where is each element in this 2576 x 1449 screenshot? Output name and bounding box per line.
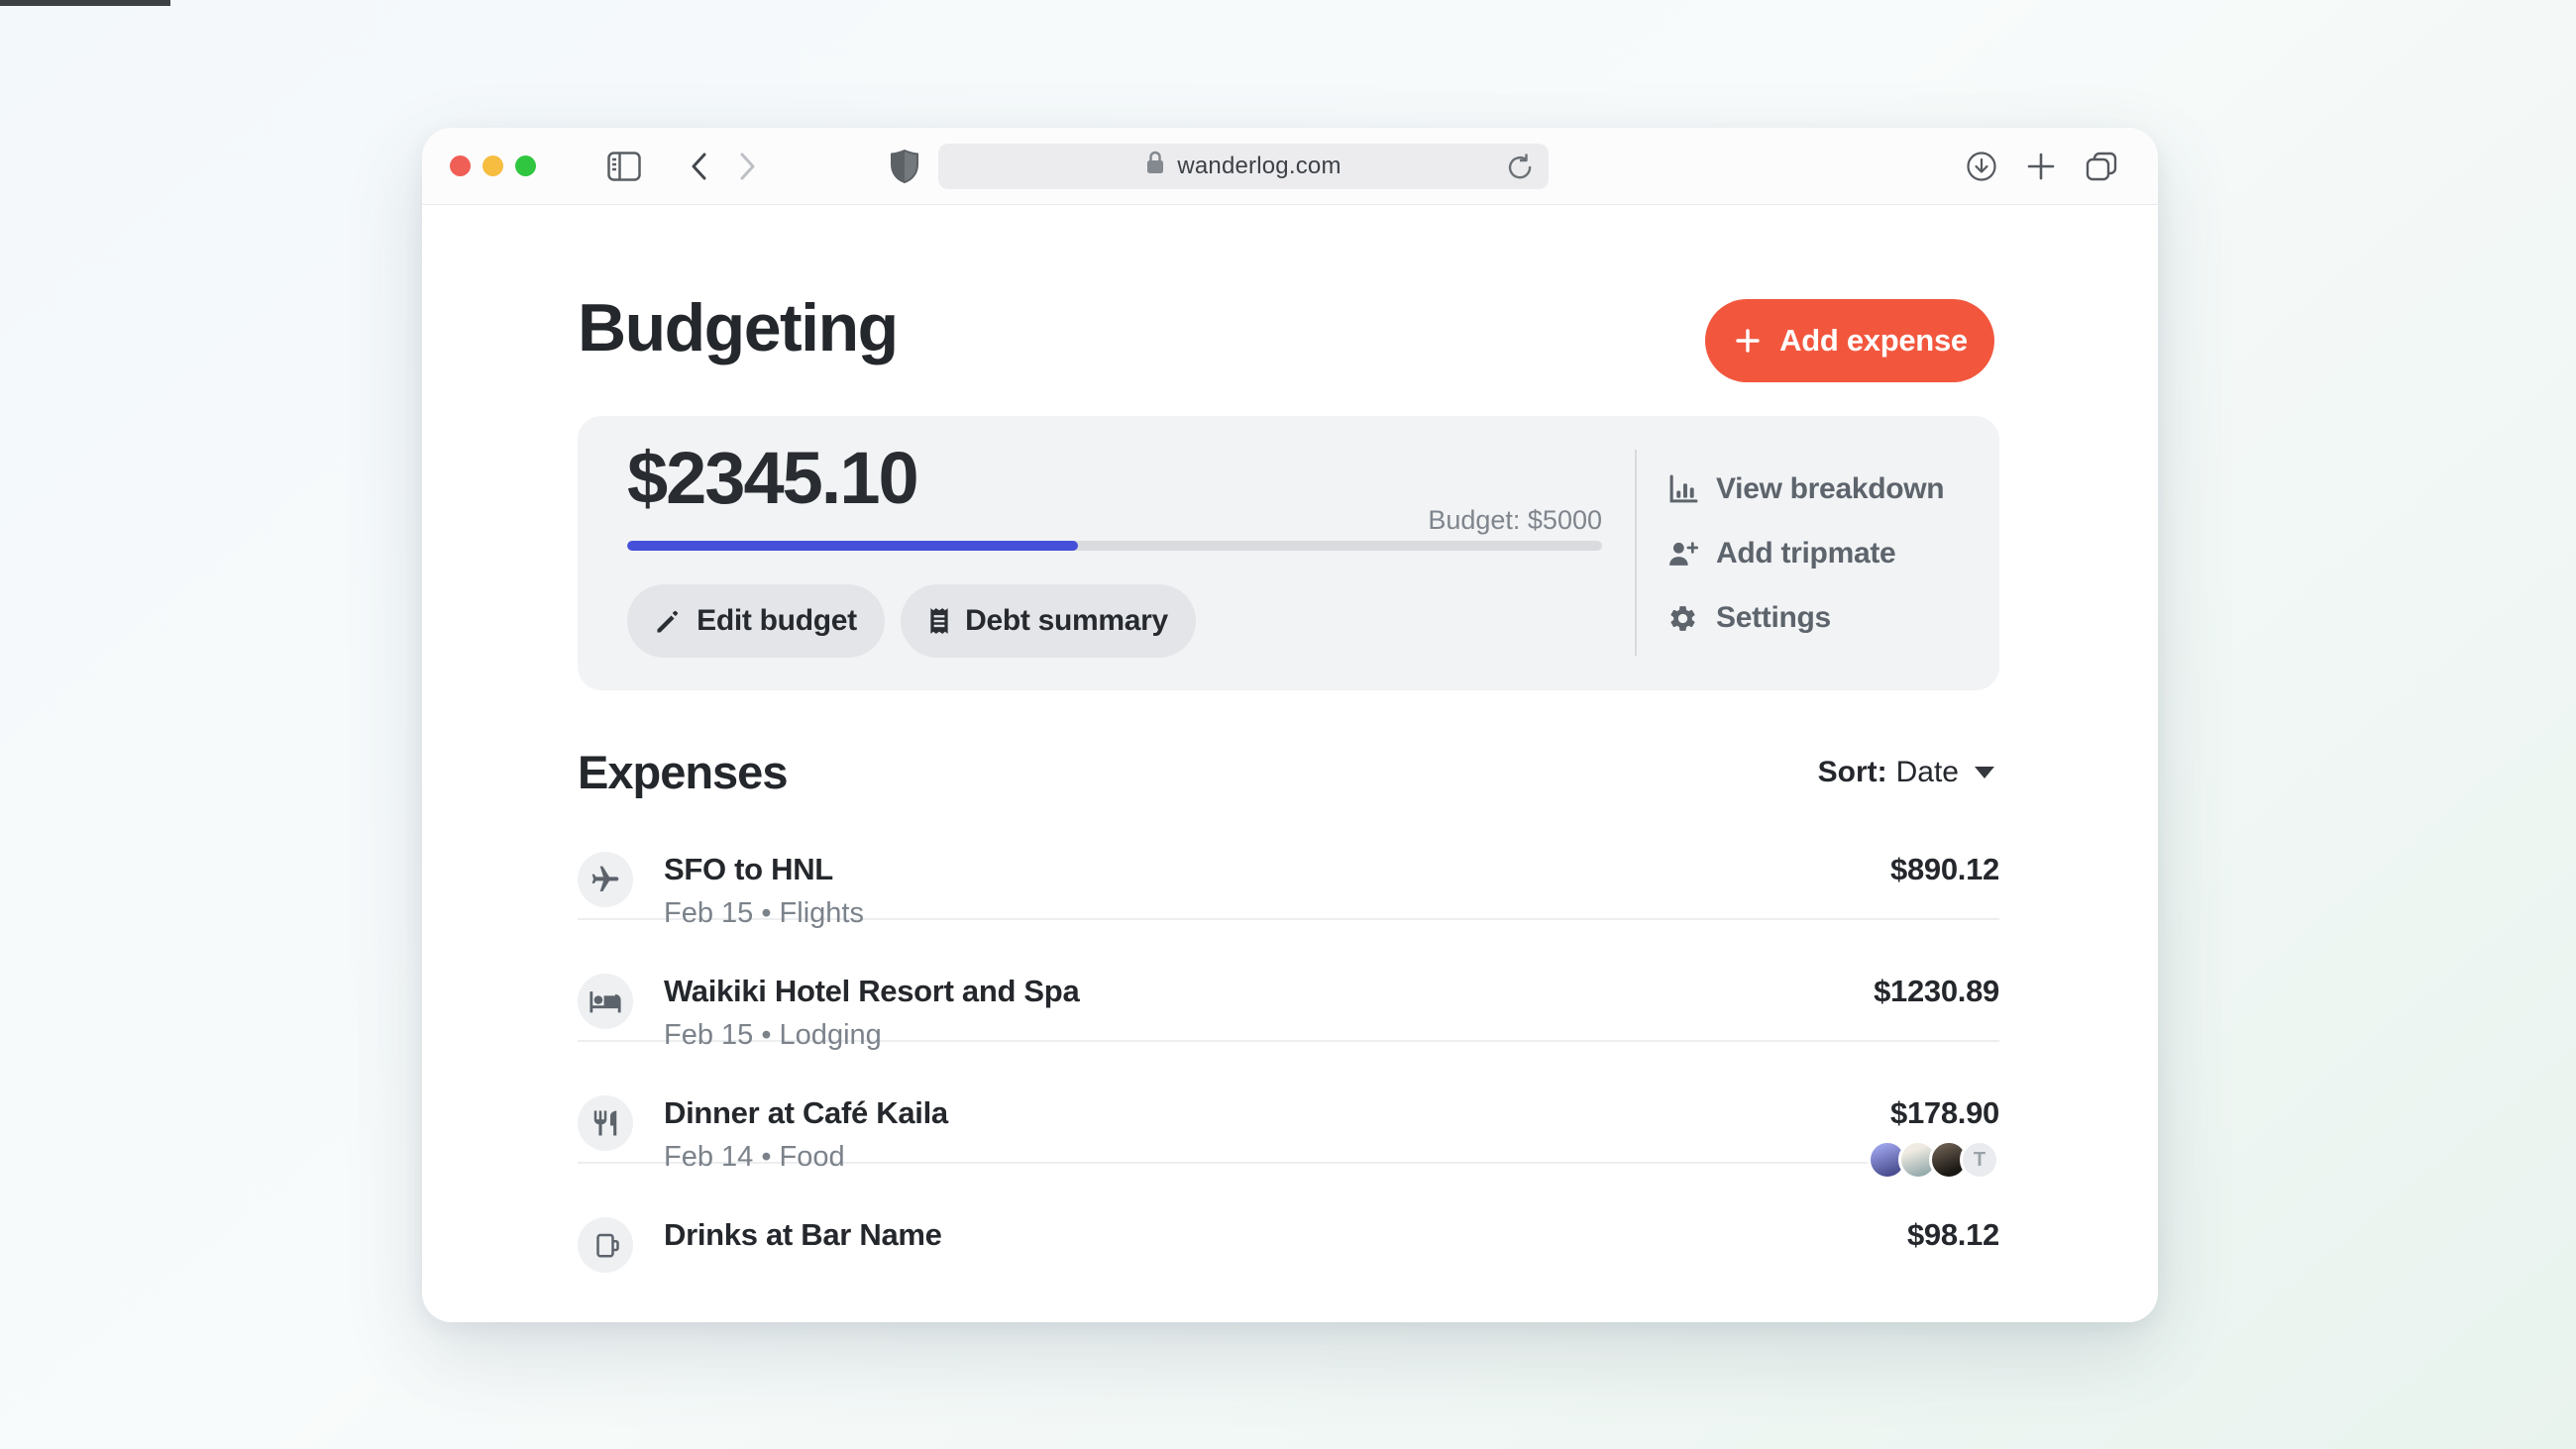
privacy-shield-icon[interactable]: [891, 149, 918, 183]
add-expense-label: Add expense: [1779, 323, 1968, 358]
settings-link[interactable]: Settings: [1667, 600, 1944, 636]
shared-avatars: T: [1868, 1140, 1999, 1180]
expense-amount: $1230.89: [1874, 974, 1999, 1008]
gear-icon: [1670, 605, 1695, 631]
expense-row-lodging[interactable]: Waikiki Hotel Resort and Spa Feb 15 • Lo…: [578, 949, 1999, 1051]
browser-toolbar: wanderlog.com: [422, 128, 2158, 205]
back-icon[interactable]: [687, 150, 712, 183]
expense-meta: Feb 15 • Flights: [664, 897, 864, 929]
add-tripmate-label: Add tripmate: [1716, 537, 1896, 569]
expense-row-flight[interactable]: SFO to HNL Feb 15 • Flights $890.12: [578, 827, 1999, 929]
lock-icon: [1145, 150, 1165, 182]
page-body: Budgeting Add expense $2345.10 Budget: $…: [422, 205, 2158, 1322]
downloads-icon[interactable]: [1966, 151, 1997, 182]
zoom-window-button[interactable]: [515, 155, 536, 176]
expense-meta: Feb 14 • Food: [664, 1141, 845, 1173]
receipt-icon: [930, 608, 948, 634]
expense-meta: Feb 15 • Lodging: [664, 1019, 882, 1051]
expense-title: Drinks at Bar Name: [664, 1217, 942, 1252]
add-expense-button[interactable]: Add expense: [1705, 299, 1994, 382]
close-window-button[interactable]: [450, 155, 471, 176]
drink-icon: [596, 1233, 619, 1258]
expense-title: Waikiki Hotel Resort and Spa: [664, 974, 1080, 1008]
budget-total-label: Budget: $5000: [1428, 505, 1602, 535]
traffic-lights: [450, 155, 536, 176]
browser-window: wanderlog.com Budgeting Add expense $234…: [422, 128, 2158, 1322]
budget-summary-card: $2345.10 Budget: $5000 Edit budget Debt …: [578, 416, 1999, 690]
forward-icon[interactable]: [734, 150, 760, 183]
add-tripmate-link[interactable]: Add tripmate: [1667, 536, 1944, 571]
reload-icon[interactable]: [1505, 152, 1535, 188]
minimize-window-button[interactable]: [483, 155, 503, 176]
menubar-remnant: [0, 0, 170, 6]
person-plus-icon: [1669, 541, 1698, 566]
expense-category-avatar: [578, 974, 633, 1029]
restaurant-icon: [593, 1110, 617, 1136]
expense-category-avatar: [578, 1217, 633, 1273]
spent-amount: $2345.10: [627, 437, 919, 519]
card-divider: [1635, 450, 1637, 656]
url-text: wanderlog.com: [1177, 152, 1342, 179]
expense-row-food[interactable]: Dinner at Café Kaila Feb 14 • Food $178.…: [578, 1071, 1999, 1180]
chevron-down-icon: [1975, 767, 1994, 778]
bar-chart-icon: [1669, 474, 1698, 502]
expense-row-drinks[interactable]: Drinks at Bar Name $98.12: [578, 1192, 1999, 1286]
expenses-heading: Expenses: [578, 746, 788, 798]
expense-category-avatar: [578, 1095, 633, 1151]
expense-title: SFO to HNL: [664, 852, 833, 886]
page-title: Budgeting: [578, 290, 899, 365]
expense-title: Dinner at Café Kaila: [664, 1095, 948, 1130]
settings-label: Settings: [1716, 601, 1831, 634]
expense-amount: $890.12: [1890, 852, 1999, 886]
avatar-initial: T: [1960, 1140, 1999, 1180]
sort-control[interactable]: Sort: Date: [1818, 756, 1994, 789]
debt-summary-label: Debt summary: [965, 604, 1168, 637]
expense-category-avatar: [578, 852, 633, 907]
view-breakdown-label: View breakdown: [1716, 472, 1945, 505]
budget-progress-bar: [627, 541, 1602, 551]
bed-icon: [590, 991, 621, 1013]
debt-summary-button[interactable]: Debt summary: [901, 584, 1196, 658]
edit-budget-button[interactable]: Edit budget: [627, 584, 885, 658]
edit-budget-label: Edit budget: [697, 604, 857, 637]
sort-label: Sort:: [1817, 756, 1887, 788]
address-bar[interactable]: wanderlog.com: [938, 143, 1549, 189]
expense-amount: $98.12: [1906, 1217, 1999, 1252]
budget-progress-fill: [627, 541, 1078, 551]
sort-value: Date: [1895, 756, 1959, 788]
budget-card-actions: View breakdown Add tripmate Settings: [1667, 471, 1945, 636]
sidebar-toggle-icon[interactable]: [607, 151, 641, 181]
new-tab-icon[interactable]: [2025, 151, 2057, 182]
tab-overview-icon[interactable]: [2085, 151, 2118, 182]
plane-icon: [591, 866, 619, 891]
plus-icon: [1736, 329, 1760, 353]
toolbar-right-group: [1966, 151, 2118, 182]
expense-list: SFO to HNL Feb 15 • Flights $890.12 Waik…: [578, 827, 1999, 1314]
pencil-icon: [657, 610, 679, 633]
expense-amount: $178.90: [1890, 1095, 1999, 1130]
view-breakdown-link[interactable]: View breakdown: [1667, 471, 1945, 507]
